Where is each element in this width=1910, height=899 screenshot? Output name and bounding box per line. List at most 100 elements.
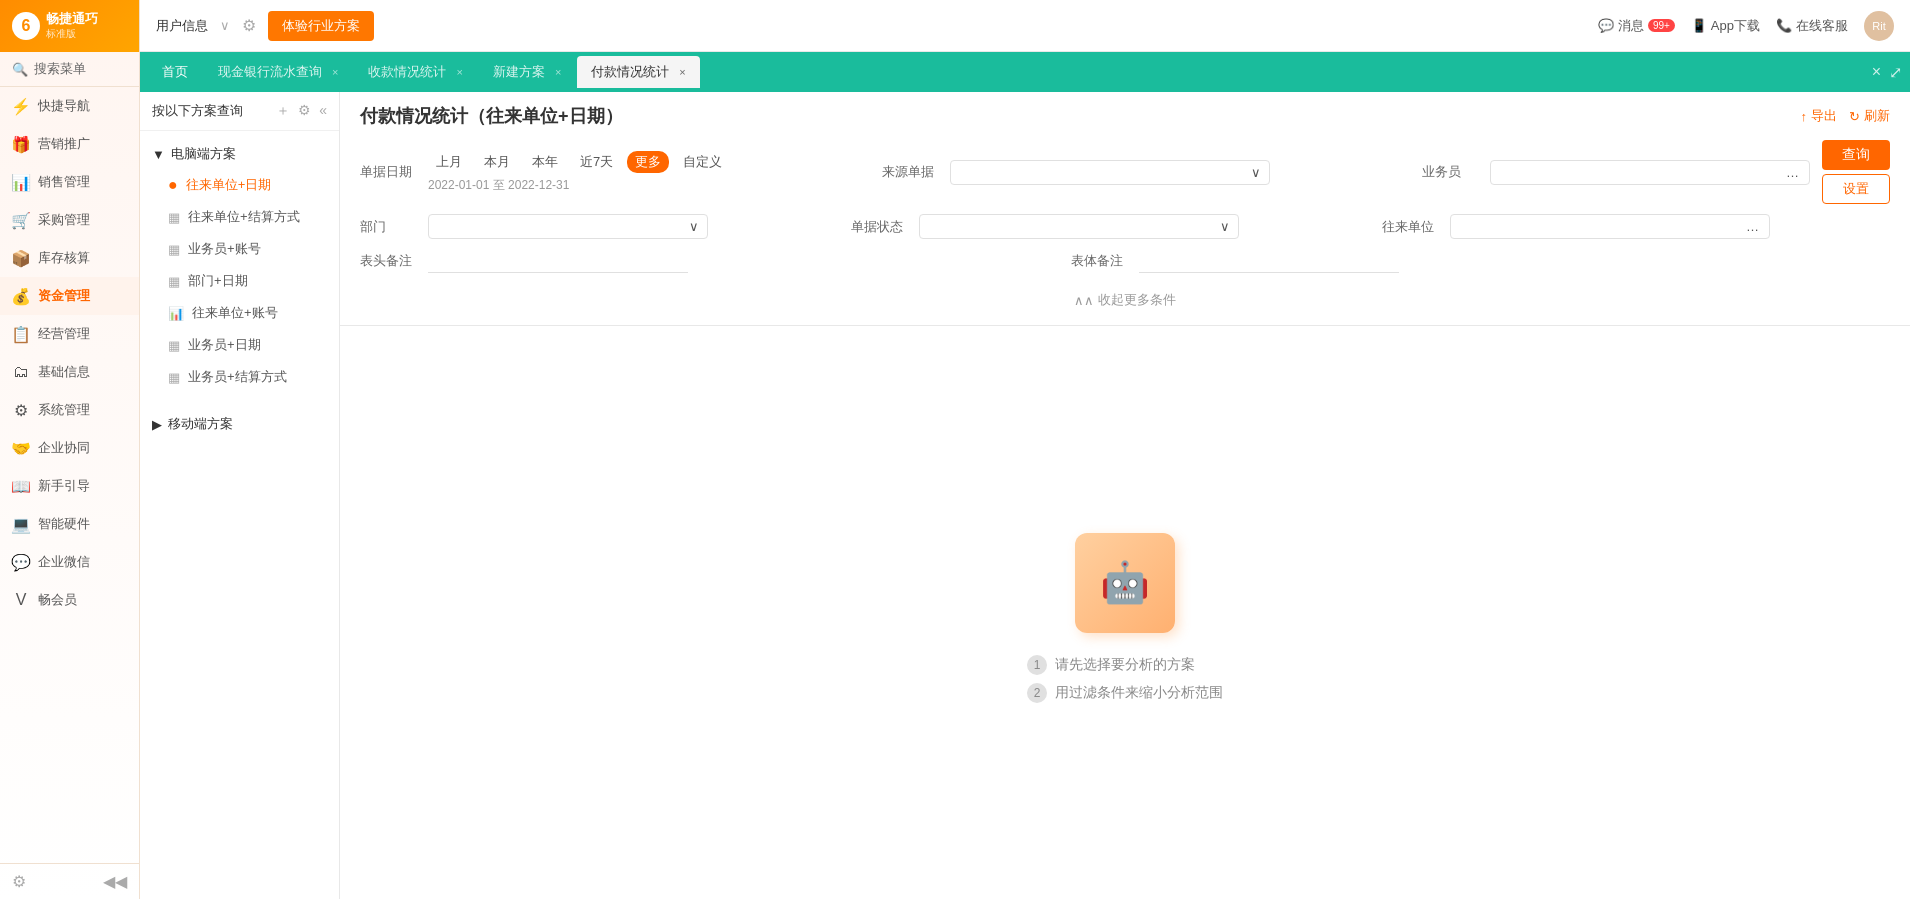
sidebar-item-hardware[interactable]: 💻 智能硬件 bbox=[0, 505, 139, 543]
sidebar-nav: ⚡ 快捷导航 🎁 营销推广 📊 销售管理 🛒 采购管理 📦 库存核算 💰 资金管… bbox=[0, 87, 139, 863]
partner-input[interactable]: … bbox=[1450, 214, 1770, 239]
pc-plan-section: ▼ 电脑端方案 ● 往来单位+日期 ▦ 往来单位+结算方式 ▦ 业务员+账号 ▦ bbox=[140, 131, 339, 401]
sidebar-item-inventory[interactable]: 📦 库存核算 bbox=[0, 239, 139, 277]
partner-ellipsis-icon: … bbox=[1746, 219, 1759, 234]
doc-status-label: 单据状态 bbox=[851, 218, 907, 236]
collapse-icon: ∧∧ bbox=[1074, 293, 1094, 308]
tab-close-cash-flow[interactable]: × bbox=[332, 66, 338, 78]
sidebar-item-basic-info[interactable]: 🗂 基础信息 bbox=[0, 353, 139, 391]
tab-cash-flow[interactable]: 现金银行流水查询 × bbox=[204, 56, 352, 88]
empty-tips: 1 请先选择要分析的方案 2 用过滤条件来缩小分析范围 bbox=[1027, 655, 1223, 703]
settings-icon[interactable]: ⚙ bbox=[12, 872, 26, 891]
sidebar-item-marketing[interactable]: 🎁 营销推广 bbox=[0, 125, 139, 163]
date-btn-last-month[interactable]: 上月 bbox=[428, 151, 470, 173]
app-download-btn[interactable]: 📱 App下载 bbox=[1691, 17, 1760, 35]
tab-label-cash-flow: 现金银行流水查询 bbox=[218, 63, 322, 81]
dept-label: 部门 bbox=[360, 218, 416, 236]
tab-receipt-stats[interactable]: 收款情况统计× bbox=[354, 56, 476, 88]
source-select[interactable]: ∨ bbox=[950, 160, 1270, 185]
plan-item-partner-date[interactable]: ● 往来单位+日期 bbox=[140, 169, 339, 201]
header-gear-icon[interactable]: ⚙ bbox=[242, 16, 256, 35]
sidebar-item-finance[interactable]: 💰 资金管理 bbox=[0, 277, 139, 315]
tab-close-new-plan[interactable]: × bbox=[555, 66, 561, 78]
sidebar-item-wechat[interactable]: 💬 企业微信 bbox=[0, 543, 139, 581]
tab-close-receipt-stats[interactable]: × bbox=[456, 66, 462, 78]
source-dropdown-icon: ∨ bbox=[1251, 165, 1261, 180]
filter-row-2: 部门 ∨ 单据状态 ∨ 往来单位 … bbox=[360, 214, 1890, 239]
messages-btn[interactable]: 💬 消息 99+ bbox=[1598, 17, 1675, 35]
user-name: 用户信息 bbox=[156, 17, 208, 35]
filter-title-row: 付款情况统计（往来单位+日期） ↑ 导出 ↻ 刷新 bbox=[360, 104, 1890, 128]
online-service-btn[interactable]: 📞 在线客服 bbox=[1776, 17, 1848, 35]
sidebar-item-quick-nav[interactable]: ⚡ 快捷导航 bbox=[0, 87, 139, 125]
nav-icon-hardware: 💻 bbox=[12, 515, 30, 533]
sidebar-search[interactable]: 🔍 搜索菜单 bbox=[0, 52, 139, 87]
service-icon: 📞 bbox=[1776, 18, 1792, 33]
staff-input[interactable]: … bbox=[1490, 160, 1810, 185]
trial-btn[interactable]: 体验行业方案 bbox=[268, 11, 374, 41]
nav-icon-guide: 📖 bbox=[12, 477, 30, 495]
query-btn[interactable]: 查询 bbox=[1822, 140, 1890, 170]
nav-label-marketing: 营销推广 bbox=[38, 135, 90, 153]
manage-plan-icon[interactable]: ⚙ bbox=[298, 102, 311, 120]
collapse-label: 收起更多条件 bbox=[1098, 291, 1176, 309]
header-note-label: 表头备注 bbox=[360, 252, 416, 270]
sidebar-logo: 6 畅捷通巧 标准版 bbox=[0, 0, 139, 52]
header-note-input[interactable] bbox=[428, 249, 688, 273]
date-btn-7days[interactable]: 近7天 bbox=[572, 151, 621, 173]
date-btn-this-year[interactable]: 本年 bbox=[524, 151, 566, 173]
collapse-panel-icon[interactable]: « bbox=[319, 102, 327, 120]
close-all-tabs-icon[interactable]: × bbox=[1872, 63, 1881, 82]
plan-item-partner-account[interactable]: 📊 往来单位+账号 bbox=[140, 297, 339, 329]
plan-item-partner-settlement[interactable]: ▦ 往来单位+结算方式 bbox=[140, 201, 339, 233]
plan-icon-dept-date: ▦ bbox=[168, 274, 180, 289]
plan-icon-partner-settlement: ▦ bbox=[168, 210, 180, 225]
dept-select[interactable]: ∨ bbox=[428, 214, 708, 239]
maximize-icon[interactable]: ⤢ bbox=[1889, 63, 1902, 82]
dept-dropdown-icon: ∨ bbox=[689, 219, 699, 234]
mobile-section-label: 移动端方案 bbox=[168, 415, 233, 433]
sidebar-bottom: ⚙ ◀◀ bbox=[0, 863, 139, 899]
export-btn[interactable]: ↑ 导出 bbox=[1801, 107, 1838, 125]
collapse-sidebar-icon[interactable]: ◀◀ bbox=[103, 872, 127, 891]
plan-item-staff-account[interactable]: ▦ 业务员+账号 bbox=[140, 233, 339, 265]
nav-icon-marketing: 🎁 bbox=[12, 135, 30, 153]
nav-label-quick-nav: 快捷导航 bbox=[38, 97, 90, 115]
sidebar-item-system[interactable]: ⚙ 系统管理 bbox=[0, 391, 139, 429]
nav-label-member: 畅会员 bbox=[38, 591, 77, 609]
date-btn-this-month[interactable]: 本月 bbox=[476, 151, 518, 173]
tab-home[interactable]: 首页 bbox=[148, 56, 202, 88]
sidebar-item-operation[interactable]: 📋 经营管理 bbox=[0, 315, 139, 353]
tab-payment-stats[interactable]: 付款情况统计× bbox=[577, 56, 699, 88]
nav-icon-inventory: 📦 bbox=[12, 249, 30, 267]
left-panel: 按以下方案查询 ＋ ⚙ « ▼ 电脑端方案 ● 往来单位+日期 ▦ bbox=[140, 92, 340, 899]
sidebar-item-guide[interactable]: 📖 新手引导 bbox=[0, 467, 139, 505]
refresh-btn[interactable]: ↻ 刷新 bbox=[1849, 107, 1890, 125]
user-dropdown-icon[interactable]: ∨ bbox=[220, 18, 230, 33]
collapse-bar[interactable]: ∧∧ 收起更多条件 bbox=[360, 283, 1890, 317]
empty-robot-img: 🤖 bbox=[1075, 533, 1175, 633]
plan-item-staff-settlement[interactable]: ▦ 业务员+结算方式 bbox=[140, 361, 339, 393]
pc-section-title[interactable]: ▼ 电脑端方案 bbox=[140, 139, 339, 169]
body-note-input[interactable] bbox=[1139, 249, 1399, 273]
user-info: 用户信息 bbox=[156, 17, 208, 35]
nav-icon-sales: 📊 bbox=[12, 173, 30, 191]
avatar[interactable]: Rit bbox=[1864, 11, 1894, 41]
sidebar-item-sales[interactable]: 📊 销售管理 bbox=[0, 163, 139, 201]
tab-close-payment-stats[interactable]: × bbox=[679, 66, 685, 78]
sidebar-item-cooperation[interactable]: 🤝 企业协同 bbox=[0, 429, 139, 467]
mobile-section-title[interactable]: ▶ 移动端方案 bbox=[140, 409, 339, 439]
nav-label-cooperation: 企业协同 bbox=[38, 439, 90, 457]
sidebar-item-purchase[interactable]: 🛒 采购管理 bbox=[0, 201, 139, 239]
add-plan-icon[interactable]: ＋ bbox=[276, 102, 290, 120]
plan-item-staff-date[interactable]: ▦ 业务员+日期 bbox=[140, 329, 339, 361]
sidebar-item-member[interactable]: V 畅会员 bbox=[0, 581, 139, 619]
plan-item-dept-date[interactable]: ▦ 部门+日期 bbox=[140, 265, 339, 297]
date-btn-more[interactable]: 更多 bbox=[627, 151, 669, 173]
doc-status-select[interactable]: ∨ bbox=[919, 214, 1239, 239]
date-btn-custom[interactable]: 自定义 bbox=[675, 151, 730, 173]
tab-new-plan[interactable]: 新建方案× bbox=[479, 56, 575, 88]
nav-label-finance: 资金管理 bbox=[38, 287, 90, 305]
nav-label-basic-info: 基础信息 bbox=[38, 363, 90, 381]
setting-btn[interactable]: 设置 bbox=[1822, 174, 1890, 204]
